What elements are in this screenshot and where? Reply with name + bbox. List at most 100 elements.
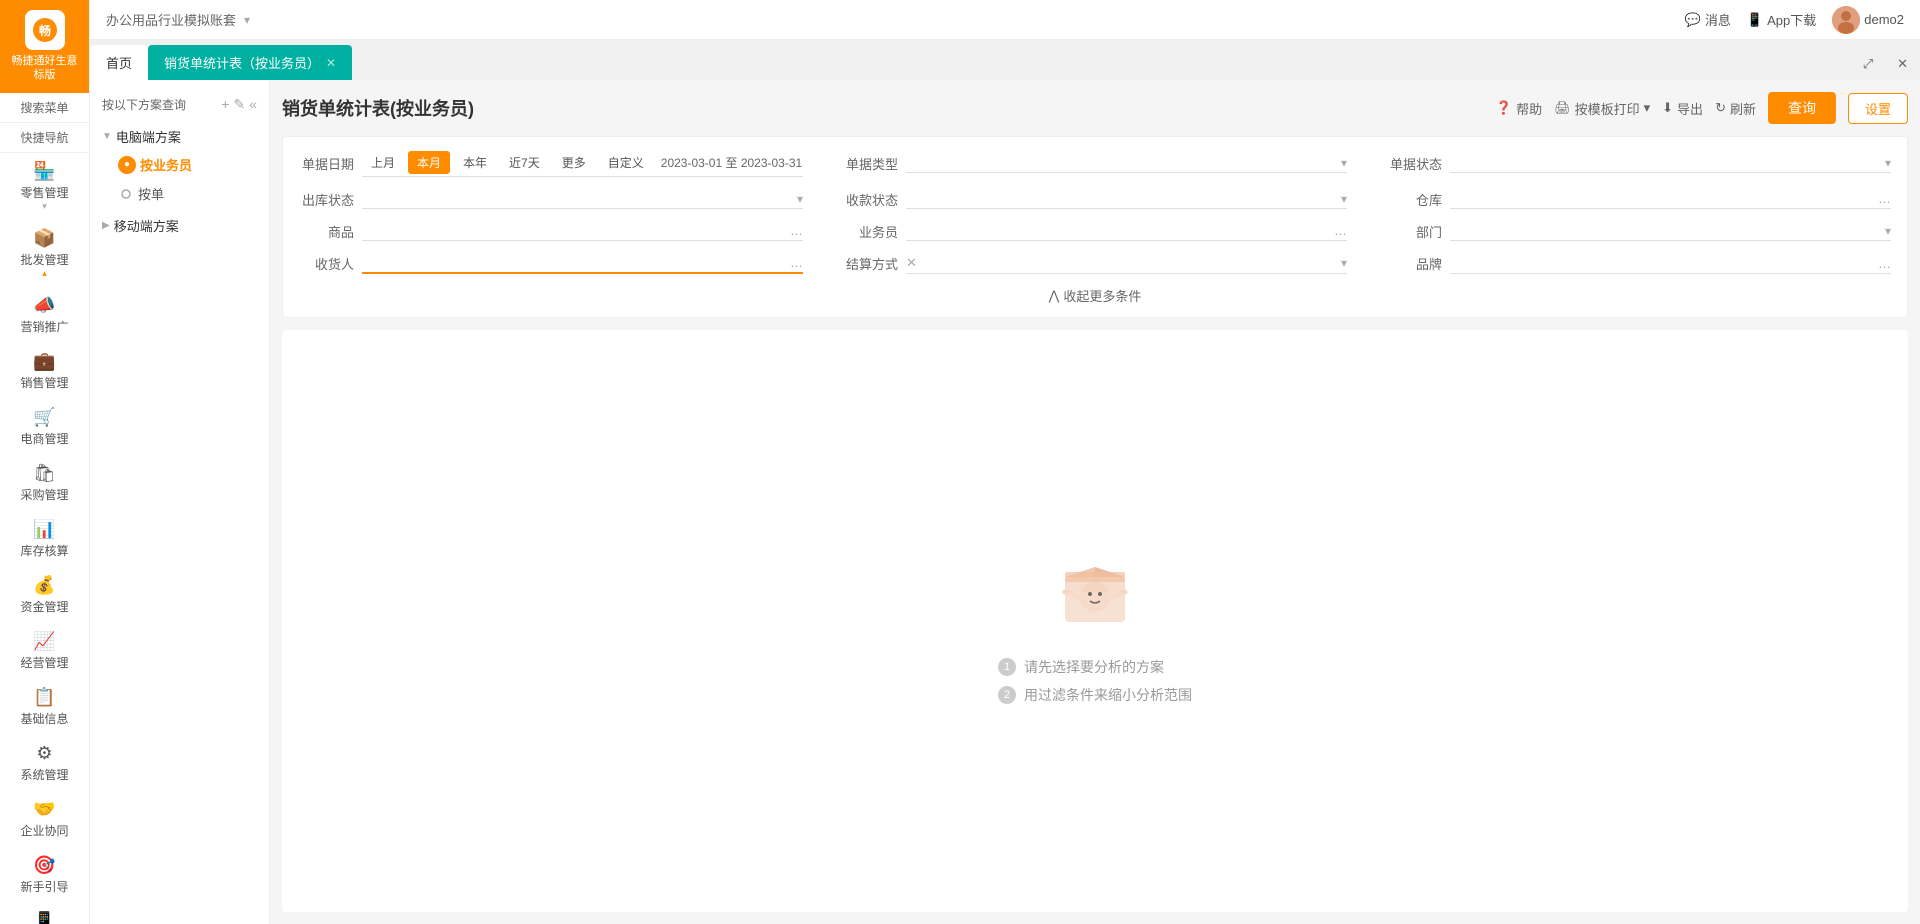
goods-label: 商品 — [299, 222, 354, 241]
salesperson-label: 业务员 — [843, 222, 898, 241]
avatar — [1832, 6, 1860, 34]
query-button[interactable]: 查询 — [1768, 92, 1836, 124]
filter-doc-status: 单据状态 ▾ — [1387, 153, 1891, 173]
export-icon: ⬇ — [1662, 100, 1673, 116]
print-dropdown-icon[interactable]: ▾ — [1644, 100, 1651, 116]
sidebar-item-operation[interactable]: 📈 经营管理 — [0, 623, 89, 679]
filter-row-1: 单据日期 上月 本月 本年 近7天 更多 自定义 2023-03-01 至 20… — [299, 149, 1891, 177]
empty-tips: 1 请先选择要分析的方案 2 用过滤条件来缩小分析范围 — [998, 657, 1192, 705]
brand-label: 品牌 — [1387, 254, 1442, 273]
svg-text:畅: 畅 — [38, 23, 50, 38]
date-btn-this-year[interactable]: 本年 — [454, 151, 496, 174]
settle-method-control: ✕ ▾ — [906, 253, 1347, 274]
receiver-dots[interactable]: … — [790, 255, 803, 270]
sidebar: 畅 畅捷通好生意 标版 搜索菜单 快捷导航 🏪 零售管理 ▾ 📦 批发管理 ▴ … — [0, 0, 90, 924]
sidebar-item-inventory[interactable]: 📊 库存核算 — [0, 511, 89, 567]
goods-input[interactable] — [362, 223, 803, 238]
doc-type-chevron: ▾ — [1341, 156, 1347, 170]
sidebar-item-finance[interactable]: 💰 资金管理 — [0, 567, 89, 623]
scheme-by-order[interactable]: 按单 — [90, 179, 269, 208]
sidebar-item-marketing[interactable]: 📣 营销推广 — [0, 287, 89, 343]
empty-state: 1 请先选择要分析的方案 2 用过滤条件来缩小分析范围 — [282, 330, 1908, 912]
print-button[interactable]: 🖨 按模板打印 ▾ — [1554, 99, 1650, 118]
warehouse-input[interactable] — [1450, 191, 1891, 206]
sidebar-item-appstore[interactable]: 📱 应用中心 — [0, 903, 89, 924]
goods-dots[interactable]: … — [790, 223, 803, 238]
sidebar-item-newbie[interactable]: 🎯 新手引导 — [0, 847, 89, 903]
salesperson-dots[interactable]: … — [1334, 223, 1347, 238]
tip-num-1: 1 — [998, 658, 1016, 676]
sidebar-item-wholesale[interactable]: 📦 批发管理 ▴ — [0, 220, 89, 287]
topbar-dropdown[interactable]: ▾ — [244, 13, 250, 27]
date-btn-last-month[interactable]: 上月 — [362, 151, 404, 174]
department-select[interactable] — [1450, 223, 1891, 238]
department-control: ▾ — [1450, 221, 1891, 241]
mobile-group-header[interactable]: ▶ 移动端方案 — [90, 212, 269, 239]
close-window-icon: ✕ — [1897, 56, 1908, 71]
filter-date: 单据日期 上月 本月 本年 近7天 更多 自定义 2023-03-01 至 20… — [299, 149, 803, 177]
sidebar-item-retail[interactable]: 🏪 零售管理 ▾ — [0, 153, 89, 220]
out-status-select[interactable] — [362, 191, 803, 206]
mobile-group-arrow: ▶ — [102, 220, 110, 231]
user-menu-button[interactable]: demo2 — [1832, 6, 1904, 34]
refresh-button[interactable]: ↻ 刷新 — [1715, 99, 1756, 118]
tip-num-2: 2 — [998, 686, 1016, 704]
warehouse-dots[interactable]: … — [1878, 191, 1891, 206]
sidebar-item-sales[interactable]: 💼 销售管理 — [0, 343, 89, 399]
doc-type-control: ▾ — [906, 153, 1347, 173]
filter-salesperson: 业务员 … — [843, 221, 1347, 241]
receiver-label: 收货人 — [299, 254, 354, 273]
tab-home[interactable]: 首页 — [90, 45, 148, 80]
tab-close-icon[interactable]: ✕ — [326, 56, 336, 70]
filter-receipt-status: 收款状态 ▾ — [843, 189, 1347, 209]
help-icon: ❓ — [1496, 100, 1512, 116]
date-btn-more[interactable]: 更多 — [553, 151, 595, 174]
salesperson-input[interactable] — [906, 223, 1347, 238]
settings-button[interactable]: 设置 — [1848, 93, 1908, 124]
tab-expand-button[interactable]: ⤢ — [1851, 48, 1885, 80]
quick-nav[interactable]: 快捷导航 — [0, 123, 89, 153]
date-btn-this-month[interactable]: 本月 — [408, 151, 450, 174]
topbar-right: 💬 消息 📱 App下载 demo2 — [1685, 6, 1904, 34]
sidebar-item-purchase[interactable]: 🛍 采购管理 — [0, 455, 89, 511]
filter-area: 单据日期 上月 本月 本年 近7天 更多 自定义 2023-03-01 至 20… — [282, 136, 1908, 318]
filter-settle-method: 结算方式 ✕ ▾ — [843, 253, 1347, 274]
brand-input[interactable] — [1450, 256, 1891, 271]
scheme-by-sales[interactable]: ● 按业务员 — [90, 150, 269, 179]
sidebar-item-basic[interactable]: 📋 基础信息 — [0, 679, 89, 735]
logo: 畅 畅捷通好生意 标版 — [0, 0, 89, 93]
edit-scheme-button[interactable]: ✎ — [233, 96, 245, 113]
tab-close-window-button[interactable]: ✕ — [1885, 48, 1920, 80]
pc-group-header[interactable]: ▼ 电脑端方案 — [90, 123, 269, 150]
app-download-button[interactable]: 📱 App下载 — [1747, 10, 1816, 29]
add-scheme-button[interactable]: + — [221, 96, 229, 113]
search-menu[interactable]: 搜索菜单 — [0, 93, 89, 123]
filter-row-3: 商品 … 业务员 … — [299, 221, 1891, 241]
date-btn-last-7[interactable]: 近7天 — [500, 151, 549, 174]
main-area: 办公用品行业模拟账套 ▾ 💬 消息 📱 App下载 de — [90, 0, 1920, 924]
receipt-status-label: 收款状态 — [843, 190, 898, 209]
receiver-input[interactable] — [362, 255, 803, 270]
receipt-status-select[interactable] — [906, 191, 1347, 206]
doc-status-select[interactable] — [1450, 155, 1891, 170]
filter-department: 部门 ▾ — [1387, 221, 1891, 241]
doc-type-select[interactable] — [906, 155, 1347, 170]
goods-control: … — [362, 221, 803, 241]
sidebar-item-enterprise[interactable]: 🤝 企业协同 — [0, 791, 89, 847]
nav-list: 🏪 零售管理 ▾ 📦 批发管理 ▴ 📣 营销推广 💼 销售管理 🛒 电商管理 🛍… — [0, 153, 89, 924]
date-btn-custom[interactable]: 自定义 — [599, 151, 653, 174]
sidebar-item-system[interactable]: ⚙ 系统管理 — [0, 735, 89, 791]
settle-clear-icon[interactable]: ✕ — [906, 255, 917, 271]
scheme-dot-icon — [118, 186, 134, 202]
settle-chevron: ▾ — [1341, 256, 1347, 270]
export-button[interactable]: ⬇ 导出 — [1662, 99, 1703, 118]
message-button[interactable]: 💬 消息 — [1685, 10, 1731, 29]
help-button[interactable]: ❓ 帮助 — [1496, 99, 1542, 118]
brand-dots[interactable]: … — [1878, 256, 1891, 271]
sidebar-item-ecommerce[interactable]: 🛒 电商管理 — [0, 399, 89, 455]
tab-sales-report[interactable]: 销货单统计表（按业务员） ✕ — [148, 45, 352, 80]
collapse-button[interactable]: ⋀ 收起更多条件 — [1049, 286, 1142, 305]
collapse-panel-button[interactable]: « — [249, 96, 257, 113]
date-label: 单据日期 — [299, 154, 354, 173]
receipt-status-chevron: ▾ — [1341, 192, 1347, 206]
